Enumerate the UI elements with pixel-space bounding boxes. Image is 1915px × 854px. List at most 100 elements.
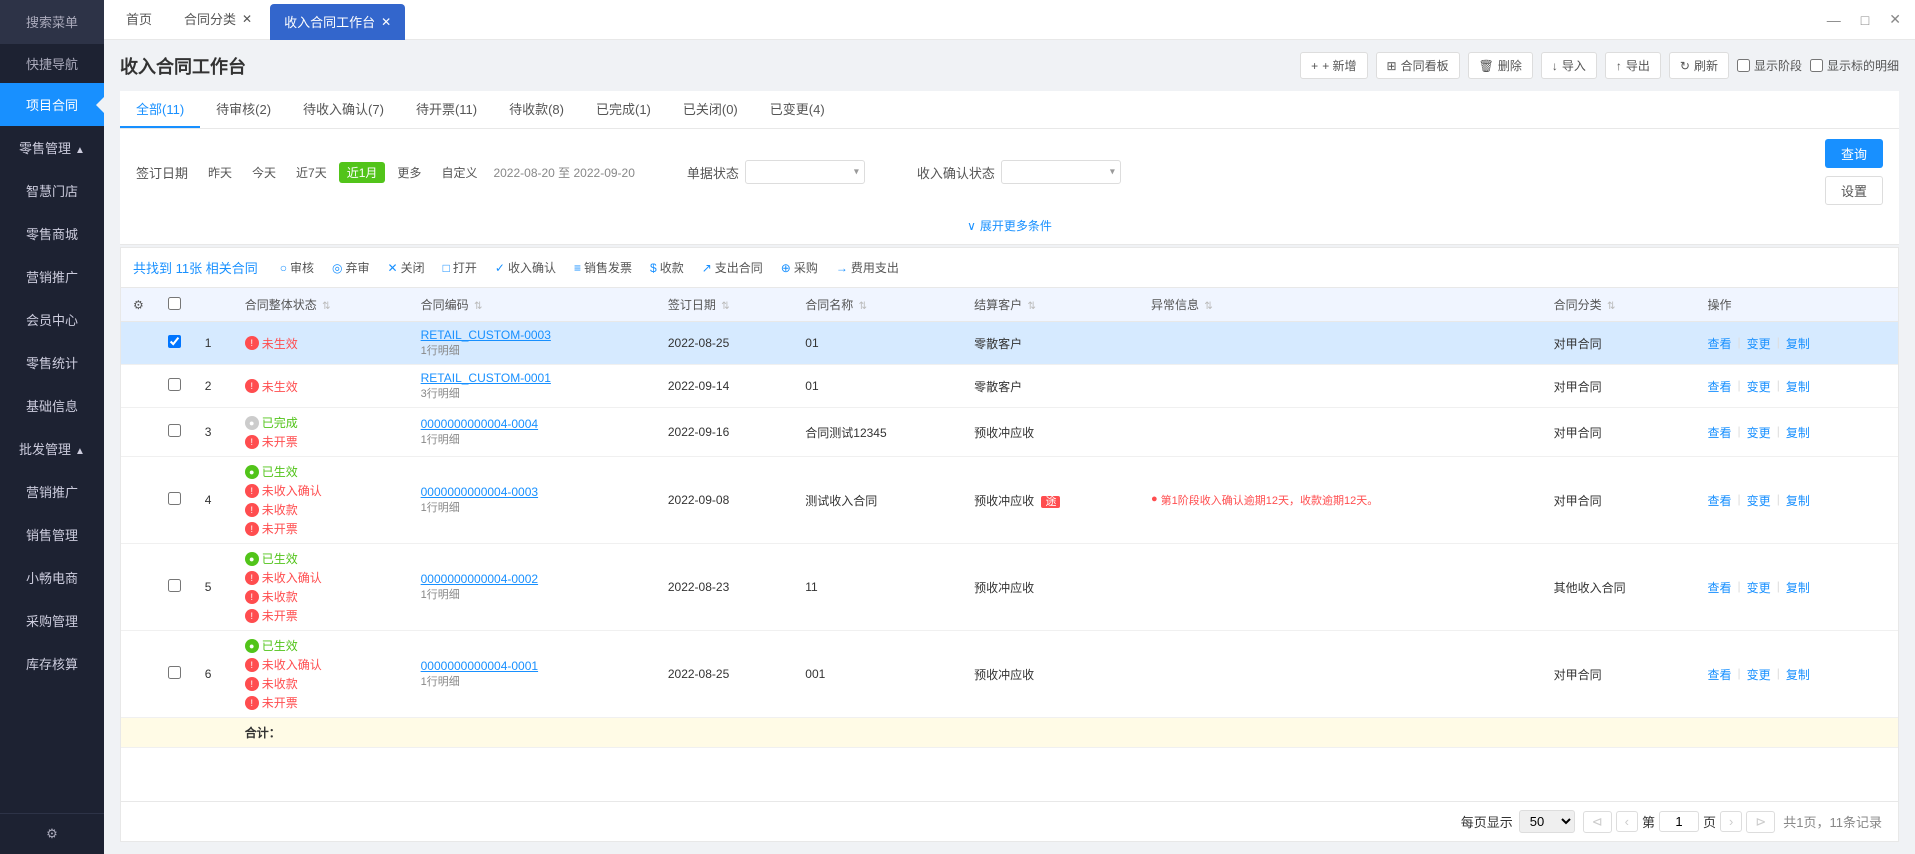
row4-checkbox[interactable]	[156, 457, 193, 544]
date-1month-btn[interactable]: 近1月	[339, 162, 386, 183]
row2-code-link[interactable]: RETAIL_CUSTOM-0001	[421, 371, 644, 385]
sidebar-item-purchase[interactable]: 采购管理	[0, 599, 104, 642]
row6-copy-btn[interactable]: 复制	[1786, 666, 1810, 683]
date-7days-btn[interactable]: 近7天	[288, 162, 335, 183]
show-stage-checkbox[interactable]: 显示阶段	[1737, 57, 1802, 74]
window-minimize-btn[interactable]: —	[1821, 10, 1847, 30]
sidebar-item-stats[interactable]: 零售统计	[0, 341, 104, 384]
row1-checkbox[interactable]	[156, 322, 193, 365]
per-page-select[interactable]: 50 20 100	[1519, 810, 1575, 833]
close-contract-btn[interactable]: ✕ 关闭	[380, 256, 433, 279]
sidebar-settings-btn[interactable]: ⚙	[0, 813, 104, 854]
date-custom-btn[interactable]: 自定义	[433, 162, 485, 183]
import-btn[interactable]: ↓ 导入	[1541, 52, 1597, 79]
row2-copy-btn[interactable]: 复制	[1786, 378, 1810, 395]
th-contract-name[interactable]: 合同名称 ⇅	[793, 288, 962, 322]
filter-tab-changed[interactable]: 已变更(4)	[754, 91, 841, 128]
filter-tab-all[interactable]: 全部(11)	[120, 91, 200, 128]
sidebar-quicknav[interactable]: 快捷导航	[0, 44, 104, 83]
income-confirm-btn[interactable]: ✓ 收入确认	[487, 256, 564, 279]
th-gear[interactable]: ⚙	[121, 288, 156, 322]
row2-view-btn[interactable]: 查看	[1708, 378, 1732, 395]
th-contract-code[interactable]: 合同编码 ⇅	[409, 288, 656, 322]
th-contract-type[interactable]: 合同分类 ⇅	[1542, 288, 1696, 322]
row4-code-link[interactable]: 0000000000004-0003	[421, 485, 644, 499]
collection-btn[interactable]: $ 收款	[642, 256, 692, 279]
abandon-btn[interactable]: ◎ 弃审	[324, 256, 378, 279]
row5-view-btn[interactable]: 查看	[1708, 579, 1732, 596]
sidebar-item-wholesale[interactable]: 批发管理▲	[0, 427, 104, 470]
row4-change-btn[interactable]: 变更	[1747, 492, 1771, 509]
sidebar-search-btn[interactable]: 搜索菜单	[0, 0, 104, 44]
sidebar-item-retail[interactable]: 零售管理▲	[0, 126, 104, 169]
sidebar-item-baseinfo[interactable]: 基础信息	[0, 384, 104, 427]
tab-home[interactable]: 首页	[112, 0, 166, 40]
row6-view-btn[interactable]: 查看	[1708, 666, 1732, 683]
row4-copy-btn[interactable]: 复制	[1786, 492, 1810, 509]
row3-checkbox[interactable]	[156, 408, 193, 457]
sidebar-item-ecommerce[interactable]: 零售商城	[0, 212, 104, 255]
th-checkbox[interactable]	[156, 288, 193, 322]
row1-change-btn[interactable]: 变更	[1747, 335, 1771, 352]
row5-code-link[interactable]: 0000000000004-0002	[421, 572, 644, 586]
expand-filter-btn[interactable]: ∨ 展开更多条件	[967, 217, 1052, 234]
row4-view-btn[interactable]: 查看	[1708, 492, 1732, 509]
refresh-btn[interactable]: ↻ 刷新	[1669, 52, 1729, 79]
tab-contract-cat[interactable]: 合同分类 ✕	[170, 0, 266, 40]
first-page-btn[interactable]: ⊲	[1583, 811, 1612, 833]
page-input[interactable]	[1659, 811, 1699, 832]
purchase-btn[interactable]: ⊕ 采购	[773, 256, 826, 279]
th-abnormal[interactable]: 异常信息 ⇅	[1139, 288, 1542, 322]
row2-change-btn[interactable]: 变更	[1747, 378, 1771, 395]
row5-checkbox[interactable]	[156, 544, 193, 631]
th-contract-status[interactable]: 合同整体状态 ⇅	[233, 288, 409, 322]
sidebar-item-marketing[interactable]: 营销推广	[0, 255, 104, 298]
sidebar-item-stock[interactable]: 库存核算	[0, 642, 104, 685]
sub-contract-btn[interactable]: ↗ 支出合同	[694, 256, 771, 279]
row1-view-btn[interactable]: 查看	[1708, 335, 1732, 352]
show-label-input[interactable]	[1810, 59, 1823, 72]
sales-invoice-btn[interactable]: ≡ 销售发票	[566, 256, 640, 279]
row5-copy-btn[interactable]: 复制	[1786, 579, 1810, 596]
sidebar-item-smart[interactable]: 智慧门店	[0, 169, 104, 212]
next-page-btn[interactable]: ›	[1720, 811, 1742, 832]
window-maximize-btn[interactable]: □	[1855, 10, 1875, 30]
show-stage-input[interactable]	[1737, 59, 1750, 72]
row1-code-link[interactable]: RETAIL_CUSTOM-0003	[421, 328, 644, 342]
filter-tab-closed[interactable]: 已关闭(0)	[667, 91, 754, 128]
row6-code-link[interactable]: 0000000000004-0001	[421, 659, 644, 673]
last-page-btn[interactable]: ⊳	[1746, 811, 1775, 833]
date-today-btn[interactable]: 今天	[244, 162, 284, 183]
income-confirm-select[interactable]	[1001, 160, 1121, 184]
export-btn[interactable]: ↑ 导出	[1605, 52, 1661, 79]
open-contract-btn[interactable]: □ 打开	[435, 256, 485, 279]
filter-tab-pending-confirm[interactable]: 待收入确认(7)	[287, 91, 400, 128]
filter-tab-pending-collection[interactable]: 待收款(8)	[493, 91, 580, 128]
audit-btn[interactable]: ○ 审核	[272, 256, 322, 279]
sidebar-item-salesmgr[interactable]: 销售管理	[0, 513, 104, 556]
date-more-btn[interactable]: 更多	[389, 162, 429, 183]
row5-change-btn[interactable]: 变更	[1747, 579, 1771, 596]
row1-copy-btn[interactable]: 复制	[1786, 335, 1810, 352]
delete-btn[interactable]: 🗑 删除	[1468, 52, 1533, 79]
sidebar-item-xiaochang[interactable]: 小畅电商	[0, 556, 104, 599]
tab-income-workbench[interactable]: 收入合同工作台 ✕	[270, 4, 405, 40]
row3-copy-btn[interactable]: 复制	[1786, 424, 1810, 441]
show-label-checkbox[interactable]: 显示标的明细	[1810, 57, 1899, 74]
th-customer[interactable]: 结算客户 ⇅	[962, 288, 1139, 322]
tab-income-workbench-close[interactable]: ✕	[381, 15, 391, 29]
sidebar-item-mktmgr[interactable]: 营销推广	[0, 470, 104, 513]
kanban-btn[interactable]: ⊞ 合同看板	[1376, 52, 1460, 79]
prev-page-btn[interactable]: ‹	[1616, 811, 1638, 832]
row3-change-btn[interactable]: 变更	[1747, 424, 1771, 441]
query-btn[interactable]: 查询	[1825, 139, 1883, 168]
set-btn[interactable]: 设置	[1825, 176, 1883, 205]
row6-checkbox[interactable]	[156, 631, 193, 718]
tab-contract-cat-close[interactable]: ✕	[242, 12, 252, 26]
date-yesterday-btn[interactable]: 昨天	[200, 162, 240, 183]
filter-tab-pending-invoice[interactable]: 待开票(11)	[400, 91, 493, 128]
filter-tab-completed[interactable]: 已完成(1)	[580, 91, 667, 128]
doc-status-select[interactable]	[745, 160, 865, 184]
row2-checkbox[interactable]	[156, 365, 193, 408]
select-all-checkbox[interactable]	[168, 297, 181, 310]
